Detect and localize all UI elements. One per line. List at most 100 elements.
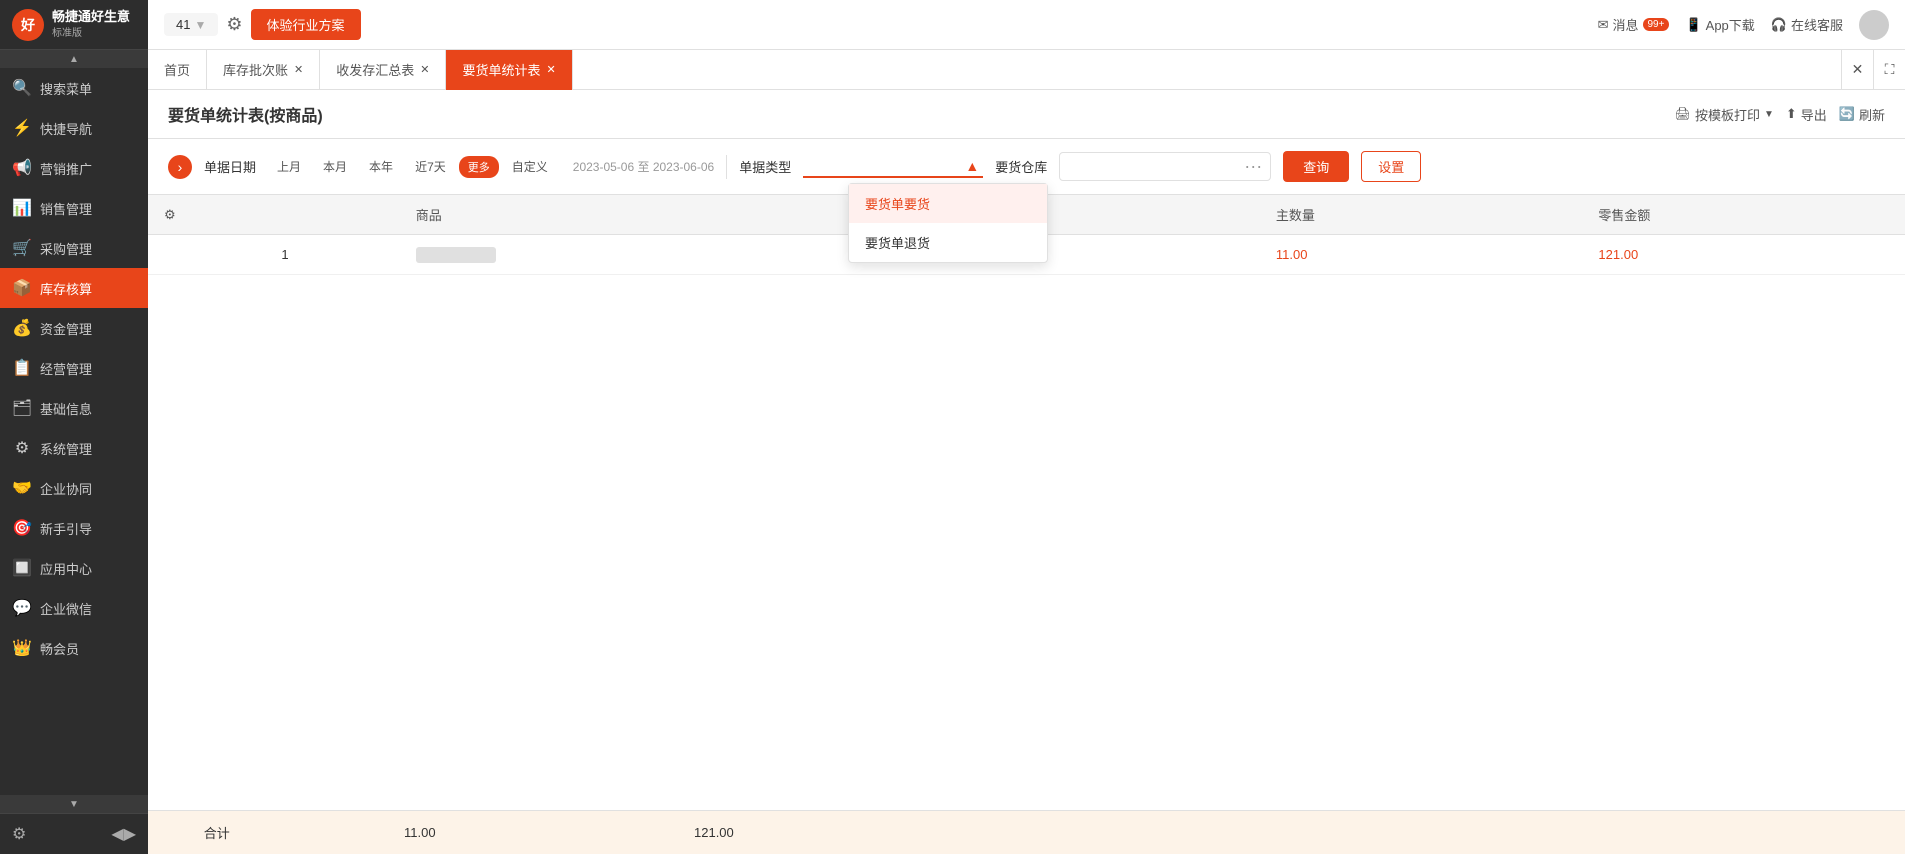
tab-receive-summary-label: 收发存汇总表 [336, 60, 414, 79]
tab-home[interactable]: 首页 [148, 50, 207, 90]
finance-icon: 💰 [12, 318, 32, 338]
window-close-btn[interactable]: ✕ [1841, 50, 1873, 90]
online-service-label: 在线客服 [1791, 15, 1843, 34]
chevron-down-icon: ▼ [1764, 109, 1774, 120]
more-dots-icon[interactable]: ··· [1244, 156, 1262, 177]
app-download-label: App下载 [1706, 15, 1755, 34]
sidebar-item-label: 系统管理 [40, 439, 92, 458]
row-amount-cell: 121.00 [1582, 235, 1905, 275]
total-text: 合计 [204, 826, 230, 841]
inventory-icon: 📦 [12, 278, 32, 298]
app-center-icon: 🔲 [12, 558, 32, 578]
total-label: 合计 [164, 823, 364, 842]
wechat-icon: 💬 [12, 598, 32, 618]
tab-close-order-stats[interactable]: ✕ [547, 63, 556, 76]
warehouse-input[interactable] [1068, 159, 1244, 174]
sidebar-item-system[interactable]: ⚙ 系统管理 [0, 428, 148, 468]
purchase-icon: 🛒 [12, 238, 32, 258]
date-btn-this-month[interactable]: 本月 [314, 154, 356, 179]
dropdown-item-order-return[interactable]: 要货单退货 [849, 223, 1047, 262]
industry-btn[interactable]: 体验行业方案 [251, 9, 361, 40]
sidebar-item-label: 搜索菜单 [40, 79, 92, 98]
sidebar-item-label: 基础信息 [40, 399, 92, 418]
sidebar-item-sales[interactable]: 📊 销售管理 [0, 188, 148, 228]
logo-text: 畅捷通好生意 标准版 [52, 8, 130, 40]
product-name-blurred [416, 247, 496, 263]
tab-inventory-batch[interactable]: 库存批次账 ✕ [207, 50, 320, 90]
dropdown-item-order-goods[interactable]: 要货单要货 [849, 184, 1047, 223]
sidebar-item-base-info[interactable]: 🗂 基础信息 [0, 388, 148, 428]
messages-badge: 99+ [1643, 18, 1670, 31]
number-value: 41 [176, 17, 190, 32]
main-content: 41 ▼ ⚙ 体验行业方案 ✉ 消息 99+ 📱 App下载 🎧 在线客服 [148, 0, 1905, 854]
sidebar-scroll-down[interactable]: ▼ [0, 795, 148, 813]
filter-warehouse-select[interactable]: ··· [1059, 152, 1271, 181]
tab-close-inventory-batch[interactable]: ✕ [294, 63, 303, 76]
messages-item[interactable]: ✉ 消息 99+ [1598, 15, 1670, 34]
user-avatar[interactable] [1859, 10, 1889, 40]
chevron-down-icon[interactable]: ▼ [194, 18, 206, 32]
sidebar-item-finance[interactable]: 💰 资金管理 [0, 308, 148, 348]
sidebar-item-label: 经营管理 [40, 359, 92, 378]
sidebar-scroll-up[interactable]: ▲ [0, 50, 148, 68]
date-btn-last-7days[interactable]: 近7天 [406, 154, 455, 179]
refresh-btn[interactable]: 🔄 刷新 [1839, 105, 1885, 124]
page-area: 要货单统计表(按商品) 🖨 按模板打印 ▼ ⬆ 导出 🔄 刷新 › [148, 90, 1905, 854]
headset-icon: 🎧 [1771, 17, 1787, 33]
settings-bottom-icon[interactable]: ⚙ [12, 824, 26, 844]
collapse-icon[interactable]: ◀▶ [111, 824, 136, 844]
date-btn-this-year[interactable]: 本年 [360, 154, 402, 179]
tab-close-receive-summary[interactable]: ✕ [420, 63, 429, 76]
sidebar-item-quick-nav[interactable]: ⚡ 快捷导航 [0, 108, 148, 148]
topbar-gear-icon[interactable]: ⚙ [226, 14, 242, 35]
print-btn[interactable]: 🖨 按模板打印 ▼ [1674, 105, 1773, 124]
filter-expand-btn[interactable]: › [168, 155, 192, 179]
query-btn[interactable]: 查询 [1283, 151, 1349, 182]
window-maximize-btn[interactable]: ⛶ [1873, 50, 1905, 90]
app-download-item[interactable]: 📱 App下载 [1685, 15, 1754, 34]
sidebar-item-guide[interactable]: 🎯 新手引导 [0, 508, 148, 548]
sidebar-item-member[interactable]: 👑 畅会员 [0, 628, 148, 668]
sidebar-item-label: 资金管理 [40, 319, 92, 338]
date-btn-last-month[interactable]: 上月 [268, 154, 310, 179]
refresh-label: 刷新 [1859, 105, 1885, 124]
sidebar-item-label: 快捷导航 [40, 119, 92, 138]
column-settings-icon[interactable]: ⚙ [164, 207, 176, 222]
system-icon: ⚙ [12, 438, 32, 458]
dropdown-item-label: 要货单退货 [865, 236, 930, 251]
enterprise-icon: 🤝 [12, 478, 32, 498]
filter-type-select[interactable]: ▲ [803, 156, 983, 178]
date-btn-custom[interactable]: 自定义 [503, 154, 557, 179]
sidebar-item-enterprise[interactable]: 🤝 企业协同 [0, 468, 148, 508]
table-area: ⚙ 商品 主计量单位 主数量 零售金额 [148, 195, 1905, 810]
tabs-window-btns: ✕ ⛶ [1841, 50, 1905, 90]
topbar: 41 ▼ ⚙ 体验行业方案 ✉ 消息 99+ 📱 App下载 🎧 在线客服 [148, 0, 1905, 50]
tab-order-stats[interactable]: 要货单统计表 ✕ [446, 50, 572, 90]
online-service-item[interactable]: 🎧 在线客服 [1771, 15, 1843, 34]
tab-inventory-batch-label: 库存批次账 [223, 60, 288, 79]
export-btn[interactable]: ⬆ 导出 [1786, 105, 1827, 124]
row-settings-cell [148, 235, 265, 275]
refresh-icon: 🔄 [1839, 106, 1855, 122]
settings-btn[interactable]: 设置 [1361, 151, 1421, 182]
date-range-display: 2023-05-06 至 2023-06-06 [573, 158, 714, 175]
type-input[interactable] [807, 158, 965, 173]
sidebar-item-marketing[interactable]: 📢 营销推广 [0, 148, 148, 188]
sidebar-item-operation[interactable]: 📋 经营管理 [0, 348, 148, 388]
sidebar-item-purchase[interactable]: 🛒 采购管理 [0, 228, 148, 268]
page-header: 要货单统计表(按商品) 🖨 按模板打印 ▼ ⬆ 导出 🔄 刷新 [148, 90, 1905, 139]
marketing-icon: 📢 [12, 158, 32, 178]
sales-icon: 📊 [12, 198, 32, 218]
type-select-chevron-icon[interactable]: ▲ [965, 158, 979, 174]
sidebar-item-app-center[interactable]: 🔲 应用中心 [0, 548, 148, 588]
tab-receive-summary[interactable]: 收发存汇总表 ✕ [320, 50, 446, 90]
filter-date-btns: 上月 本月 本年 近7天 更多 自定义 [268, 154, 557, 179]
page-header-actions: 🖨 按模板打印 ▼ ⬆ 导出 🔄 刷新 [1674, 105, 1885, 136]
sidebar-item-inventory[interactable]: 📦 库存核算 [0, 268, 148, 308]
date-btn-more[interactable]: 更多 [459, 156, 499, 178]
page-title: 要货单统计表(按商品) [168, 102, 323, 138]
sidebar-item-wechat[interactable]: 💬 企业微信 [0, 588, 148, 628]
col-amount-label: 零售金额 [1598, 208, 1650, 223]
tab-order-stats-label: 要货单统计表 [462, 60, 540, 79]
sidebar-item-search[interactable]: 🔍 搜索菜单 [0, 68, 148, 108]
